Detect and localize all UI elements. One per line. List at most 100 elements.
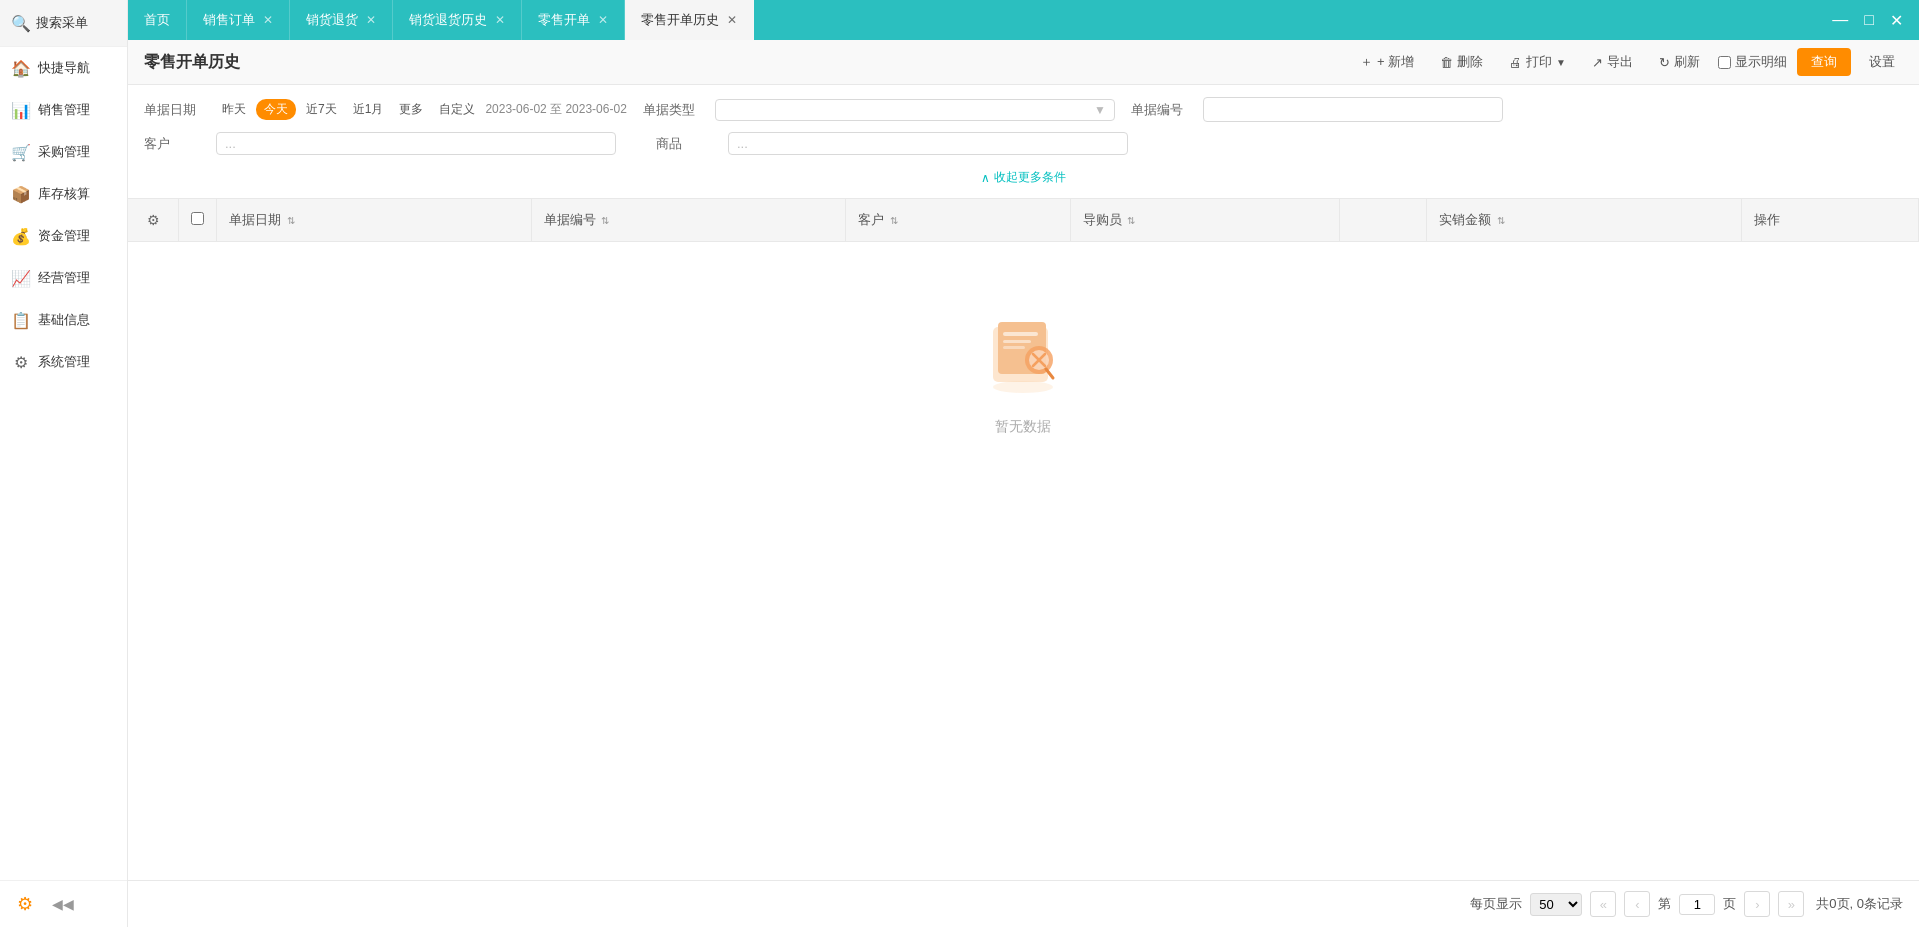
number-filter-input[interactable] bbox=[1203, 97, 1503, 122]
display-detail-checkbox[interactable] bbox=[1718, 56, 1731, 69]
tab-home[interactable]: 首页 bbox=[128, 0, 187, 40]
sidebar-item-purchase-mgmt[interactable]: 🛒 采购管理 bbox=[0, 131, 127, 173]
sidebar-item-label: 基础信息 bbox=[38, 311, 90, 329]
date-btn-last7[interactable]: 近7天 bbox=[300, 99, 343, 120]
chart-icon: 📊 bbox=[12, 101, 30, 119]
first-page-button[interactable]: « bbox=[1590, 891, 1616, 917]
th-ops-label: 操作 bbox=[1754, 212, 1780, 227]
settings-button[interactable]: 设置 bbox=[1861, 49, 1903, 75]
date-btn-yesterday[interactable]: 昨天 bbox=[216, 99, 252, 120]
th-customer-sort-icon: ⇅ bbox=[890, 215, 898, 226]
tab-sales-order-label: 销售订单 bbox=[203, 11, 255, 29]
footer-gear-icon: ⚙ bbox=[17, 893, 33, 915]
delete-icon: 🗑 bbox=[1440, 55, 1453, 70]
tab-sales-order[interactable]: 销售订单 ✕ bbox=[187, 0, 290, 40]
tabs-bar: 首页 销售订单 ✕ 销货退货 ✕ 销货退货历史 ✕ 零售开单 ✕ 零售开单历史 … bbox=[128, 0, 1919, 40]
search-menu-item[interactable]: 🔍 搜索采单 bbox=[0, 0, 127, 47]
display-detail-container: 显示明细 bbox=[1718, 53, 1787, 71]
sidebar-item-inventory[interactable]: 📦 库存核算 bbox=[0, 173, 127, 215]
home-icon: 🏠 bbox=[12, 59, 30, 77]
customer-dots: ... bbox=[225, 136, 236, 151]
tab-retail-open[interactable]: 零售开单 ✕ bbox=[522, 0, 625, 40]
last-page-button[interactable]: » bbox=[1778, 891, 1804, 917]
tab-retail-open-history[interactable]: 零售开单历史 ✕ bbox=[625, 0, 754, 40]
date-btn-today[interactable]: 今天 bbox=[256, 99, 296, 120]
page-number-input[interactable] bbox=[1679, 894, 1715, 915]
page-title: 零售开单历史 bbox=[144, 52, 1342, 73]
print-dropdown-icon: ▼ bbox=[1556, 57, 1566, 68]
th-number[interactable]: 单据编号 ⇅ bbox=[531, 199, 846, 242]
svg-rect-3 bbox=[1003, 332, 1038, 336]
customer-filter-label: 客户 bbox=[144, 135, 200, 153]
export-icon: ↗ bbox=[1592, 55, 1603, 70]
sidebar-item-sales-mgmt[interactable]: 📊 销售管理 bbox=[0, 89, 127, 131]
delete-button[interactable]: 🗑 删除 bbox=[1432, 49, 1491, 75]
sidebar-item-system-mgmt[interactable]: ⚙ 系统管理 bbox=[0, 341, 127, 383]
sidebar-item-quick-nav[interactable]: 🏠 快捷导航 bbox=[0, 47, 127, 89]
th-date[interactable]: 单据日期 ⇅ bbox=[217, 199, 532, 242]
svg-point-0 bbox=[993, 381, 1053, 393]
export-button[interactable]: ↗ 导出 bbox=[1584, 49, 1641, 75]
th-number-sort-icon: ⇅ bbox=[601, 215, 609, 226]
footer-settings-button[interactable]: ⚙ bbox=[12, 891, 38, 917]
tab-retail-open-history-close[interactable]: ✕ bbox=[727, 13, 737, 27]
sidebar-item-label: 经营管理 bbox=[38, 269, 90, 287]
tab-sales-return[interactable]: 销货退货 ✕ bbox=[290, 0, 393, 40]
customer-filter-input[interactable]: ... bbox=[216, 132, 616, 155]
goods-filter-label: 商品 bbox=[656, 135, 712, 153]
next-page-icon: › bbox=[1755, 897, 1759, 912]
tab-home-label: 首页 bbox=[144, 11, 170, 29]
th-amount[interactable]: 实销金额 ⇅ bbox=[1427, 199, 1742, 242]
per-page-select[interactable]: 50 10 20 100 bbox=[1530, 893, 1582, 916]
next-page-button[interactable]: › bbox=[1744, 891, 1770, 917]
date-btn-last1m[interactable]: 近1月 bbox=[347, 99, 390, 120]
close-button[interactable]: ✕ bbox=[1886, 9, 1907, 32]
column-settings-button[interactable]: ⚙ bbox=[140, 207, 166, 233]
empty-illustration bbox=[973, 302, 1073, 402]
th-amount-label: 实销金额 bbox=[1439, 212, 1491, 227]
settings-label: 设置 bbox=[1869, 53, 1895, 71]
number-filter-container bbox=[1203, 97, 1503, 122]
th-customer[interactable]: 客户 ⇅ bbox=[846, 199, 1070, 242]
money-icon: 💰 bbox=[12, 227, 30, 245]
sidebar-item-basic-info[interactable]: 📋 基础信息 bbox=[0, 299, 127, 341]
th-checkbox bbox=[179, 199, 217, 242]
collapse-bar[interactable]: ∧ 收起更多条件 bbox=[144, 165, 1903, 194]
tab-retail-open-close[interactable]: ✕ bbox=[598, 13, 608, 27]
empty-state: 暂无数据 bbox=[128, 242, 1919, 476]
tab-sales-return-history[interactable]: 销货退货历史 ✕ bbox=[393, 0, 522, 40]
refresh-label: 刷新 bbox=[1674, 53, 1700, 71]
th-guide[interactable]: 导购员 ⇅ bbox=[1070, 199, 1340, 242]
date-btn-custom[interactable]: 自定义 bbox=[433, 99, 481, 120]
sidebar-item-label: 采购管理 bbox=[38, 143, 90, 161]
svg-rect-4 bbox=[1003, 340, 1031, 343]
minimize-button[interactable]: — bbox=[1828, 9, 1852, 31]
delete-label: 删除 bbox=[1457, 53, 1483, 71]
add-icon: ＋ bbox=[1360, 53, 1373, 71]
add-button[interactable]: ＋ + 新增 bbox=[1352, 49, 1422, 75]
th-guide-label: 导购员 bbox=[1083, 212, 1122, 227]
add-label: + 新增 bbox=[1377, 53, 1414, 71]
date-btn-more[interactable]: 更多 bbox=[393, 99, 429, 120]
th-spacer bbox=[1340, 199, 1427, 242]
restore-button[interactable]: □ bbox=[1860, 9, 1878, 31]
print-button[interactable]: 🖨 打印 ▼ bbox=[1501, 49, 1574, 75]
tab-retail-open-label: 零售开单 bbox=[538, 11, 590, 29]
first-page-icon: « bbox=[1600, 897, 1607, 912]
refresh-button[interactable]: ↻ 刷新 bbox=[1651, 49, 1708, 75]
sidebar-collapse-button[interactable]: ◀◀ bbox=[50, 891, 76, 917]
query-button[interactable]: 查询 bbox=[1797, 48, 1851, 76]
query-label: 查询 bbox=[1811, 53, 1837, 71]
tab-sales-return-close[interactable]: ✕ bbox=[366, 13, 376, 27]
tab-sales-order-close[interactable]: ✕ bbox=[263, 13, 273, 27]
goods-filter-input[interactable]: ... bbox=[728, 132, 1128, 155]
sidebar-item-operations[interactable]: 📈 经营管理 bbox=[0, 257, 127, 299]
th-customer-label: 客户 bbox=[858, 212, 884, 227]
window-controls: — □ ✕ bbox=[1828, 0, 1919, 40]
select-all-checkbox[interactable] bbox=[191, 212, 204, 225]
type-filter-select[interactable]: ▼ bbox=[715, 99, 1115, 121]
prev-page-button[interactable]: ‹ bbox=[1624, 891, 1650, 917]
sidebar-item-finance[interactable]: 💰 资金管理 bbox=[0, 215, 127, 257]
tab-sales-return-history-close[interactable]: ✕ bbox=[495, 13, 505, 27]
table-body: 暂无数据 bbox=[128, 242, 1919, 477]
